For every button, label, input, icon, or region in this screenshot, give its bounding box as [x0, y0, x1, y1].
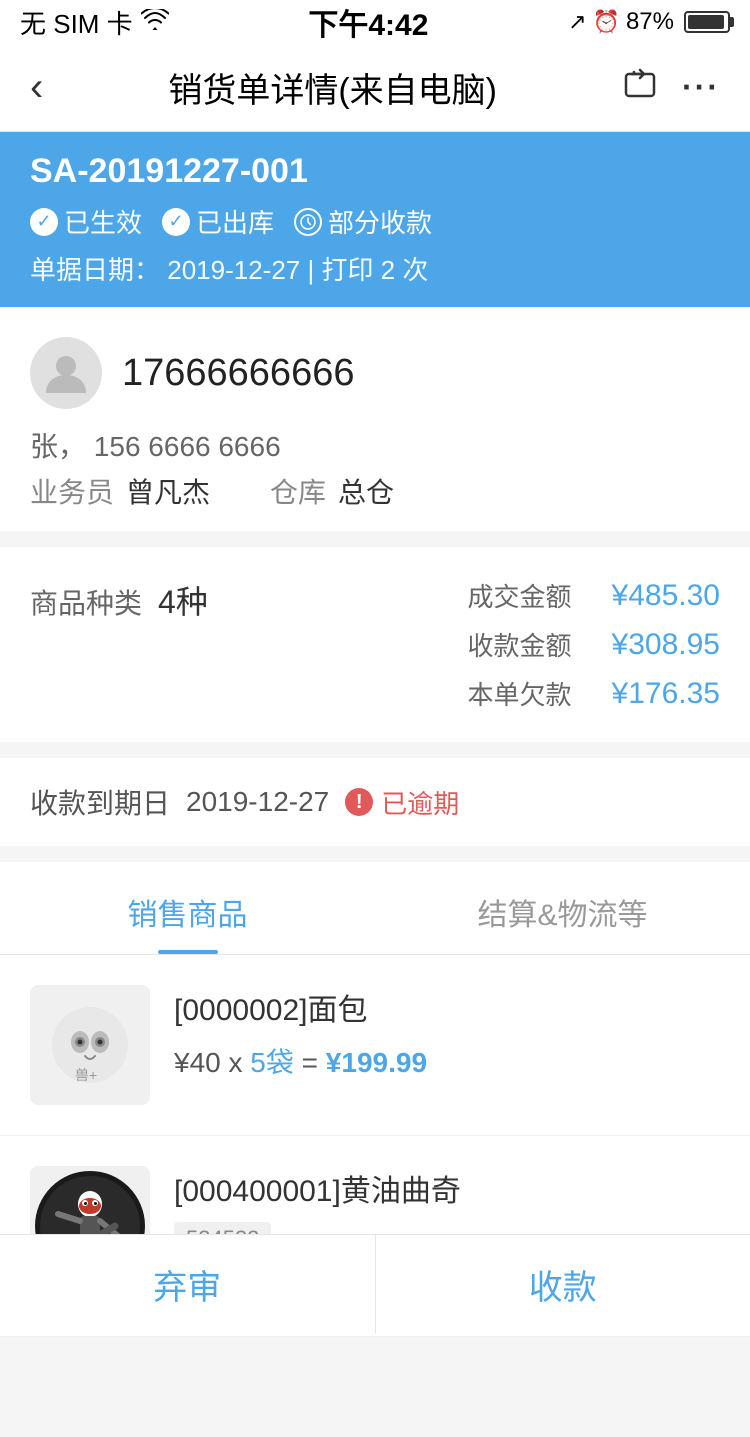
deal-label: 成交金额	[468, 577, 572, 614]
status-badge-effective: ✓ 已生效	[30, 203, 142, 240]
product-price-1: ¥40 x 5袋 = ¥199.99	[174, 1041, 720, 1081]
debt-label: 本单欠款	[468, 675, 572, 712]
confirm-label: 收款	[529, 1260, 597, 1309]
check-icon-1: ✓	[30, 208, 58, 236]
order-banner: SA-20191227-001 ✓ 已生效 ✓ 已出库 部分收款 单据日期： 2…	[0, 132, 750, 307]
product-name-1: [0000002]面包	[174, 985, 720, 1029]
price-1: ¥40	[174, 1047, 221, 1078]
print-info: | 打印 2 次	[307, 255, 428, 285]
summary-section: 商品种类 4种 成交金额 ¥485.30 收款金额 ¥308.95 本单欠款 ¥…	[0, 547, 750, 742]
product-thumb-1: 兽+	[30, 985, 150, 1105]
customer-name: 张， 156 6666 6666	[30, 425, 720, 465]
avatar	[30, 337, 102, 409]
warehouse-name: 总仓	[338, 471, 394, 511]
status-time: 下午4:42	[308, 0, 428, 44]
clock-icon	[294, 208, 322, 236]
tabs-section: 销售商品 结算&物流等	[0, 862, 750, 955]
cancel-label: 弃审	[153, 1260, 221, 1309]
collect-payment-button[interactable]: 收款	[376, 1235, 750, 1334]
date-value: 2019-12-27	[167, 255, 300, 285]
alarm-icon: ⏰	[593, 9, 620, 35]
receipt-amount-row: 收款金额 ¥308.95	[468, 626, 720, 663]
tabs-row: 销售商品 结算&物流等	[0, 862, 750, 955]
more-icon[interactable]: ···	[682, 69, 720, 106]
carrier-label: 无 SIM 卡	[20, 4, 133, 41]
nav-bar: ‹ 销货单详情(来自电脑) ···	[0, 44, 750, 132]
receipt-value: ¥308.95	[612, 628, 720, 662]
wifi-icon	[141, 7, 169, 38]
bottom-bar: 弃审 收款	[0, 1234, 750, 1334]
total-1: ¥199.99	[326, 1047, 427, 1078]
customer-phone: 17666666666	[122, 352, 354, 395]
page-title: 销货单详情(来自电脑)	[168, 63, 497, 112]
svg-text:兽+: 兽+	[75, 1067, 97, 1083]
status-bar: 无 SIM 卡 下午4:42 ↗ ⏰ 87%	[0, 0, 750, 44]
deal-value: ¥485.30	[612, 579, 720, 613]
nav-icons: ···	[622, 66, 720, 110]
customer-name-text: 张，	[30, 431, 86, 462]
product-info-1: [0000002]面包 ¥40 x 5袋 = ¥199.99	[174, 985, 720, 1081]
customer-row: 17666666666	[30, 337, 720, 409]
qty-1: 5袋	[250, 1047, 301, 1078]
warehouse-meta: 仓库 总仓	[270, 471, 394, 511]
share-icon[interactable]	[622, 66, 658, 110]
order-date: 单据日期： 2019-12-27 | 打印 2 次	[30, 250, 720, 287]
status-right: ↗ ⏰ 87%	[568, 8, 730, 36]
status-badge-shipped: ✓ 已出库	[162, 203, 274, 240]
status-label-3: 部分收款	[328, 203, 432, 240]
overdue-label: 已逾期	[381, 784, 459, 821]
battery-icon	[684, 11, 730, 33]
receipt-label: 收款金额	[468, 626, 572, 663]
customer-section: 17666666666 张， 156 6666 6666 业务员 曾凡杰 仓库 …	[0, 307, 750, 531]
warehouse-label: 仓库	[270, 471, 326, 511]
debt-value: ¥176.35	[612, 677, 720, 711]
order-status-row: ✓ 已生效 ✓ 已出库 部分收款	[30, 203, 720, 240]
customer-phone-number: 17666666666	[122, 352, 354, 395]
tab-settlement[interactable]: 结算&物流等	[375, 862, 750, 954]
cancel-review-button[interactable]: 弃审	[0, 1235, 376, 1334]
sales-label: 业务员	[30, 471, 114, 511]
status-left: 无 SIM 卡	[20, 4, 169, 41]
product-name-2: [000400001]黄油曲奇	[174, 1166, 720, 1210]
date-label: 单据日期：	[30, 255, 160, 285]
tab-label-2: 结算&物流等	[477, 899, 647, 932]
status-label-1: 已生效	[64, 203, 142, 240]
status-badge-partial: 部分收款	[294, 203, 432, 240]
order-id: SA-20191227-001	[30, 152, 720, 191]
location-icon: ↗	[568, 9, 586, 35]
customer-meta: 业务员 曾凡杰 仓库 总仓	[30, 471, 720, 511]
summary-left: 商品种类 4种	[30, 577, 208, 623]
check-icon-2: ✓	[162, 208, 190, 236]
due-date-section: 收款到期日 2019-12-27 ! 已逾期	[0, 758, 750, 846]
deal-amount-row: 成交金额 ¥485.30	[468, 577, 720, 614]
overdue-icon: !	[345, 788, 373, 816]
back-button[interactable]: ‹	[30, 65, 43, 110]
overdue-badge: ! 已逾期	[345, 784, 459, 821]
due-label: 收款到期日	[30, 782, 170, 822]
summary-right: 成交金额 ¥485.30 收款金额 ¥308.95 本单欠款 ¥176.35	[468, 577, 720, 712]
product-item-1: 兽+ [0000002]面包 ¥40 x 5袋 = ¥199.99	[0, 955, 750, 1136]
due-date-value: 2019-12-27	[186, 786, 329, 818]
tab-label-1: 销售商品	[128, 899, 248, 932]
battery-percent: 87%	[626, 8, 674, 36]
debt-amount-row: 本单欠款 ¥176.35	[468, 675, 720, 712]
type-label: 商品种类	[30, 582, 142, 622]
customer-alt-phone: 156 6666 6666	[94, 431, 281, 462]
status-label-2: 已出库	[196, 203, 274, 240]
tab-sales-goods[interactable]: 销售商品	[0, 862, 375, 954]
sales-meta: 业务员 曾凡杰	[30, 471, 210, 511]
sales-name: 曾凡杰	[126, 471, 210, 511]
type-value: 4种	[158, 577, 208, 623]
